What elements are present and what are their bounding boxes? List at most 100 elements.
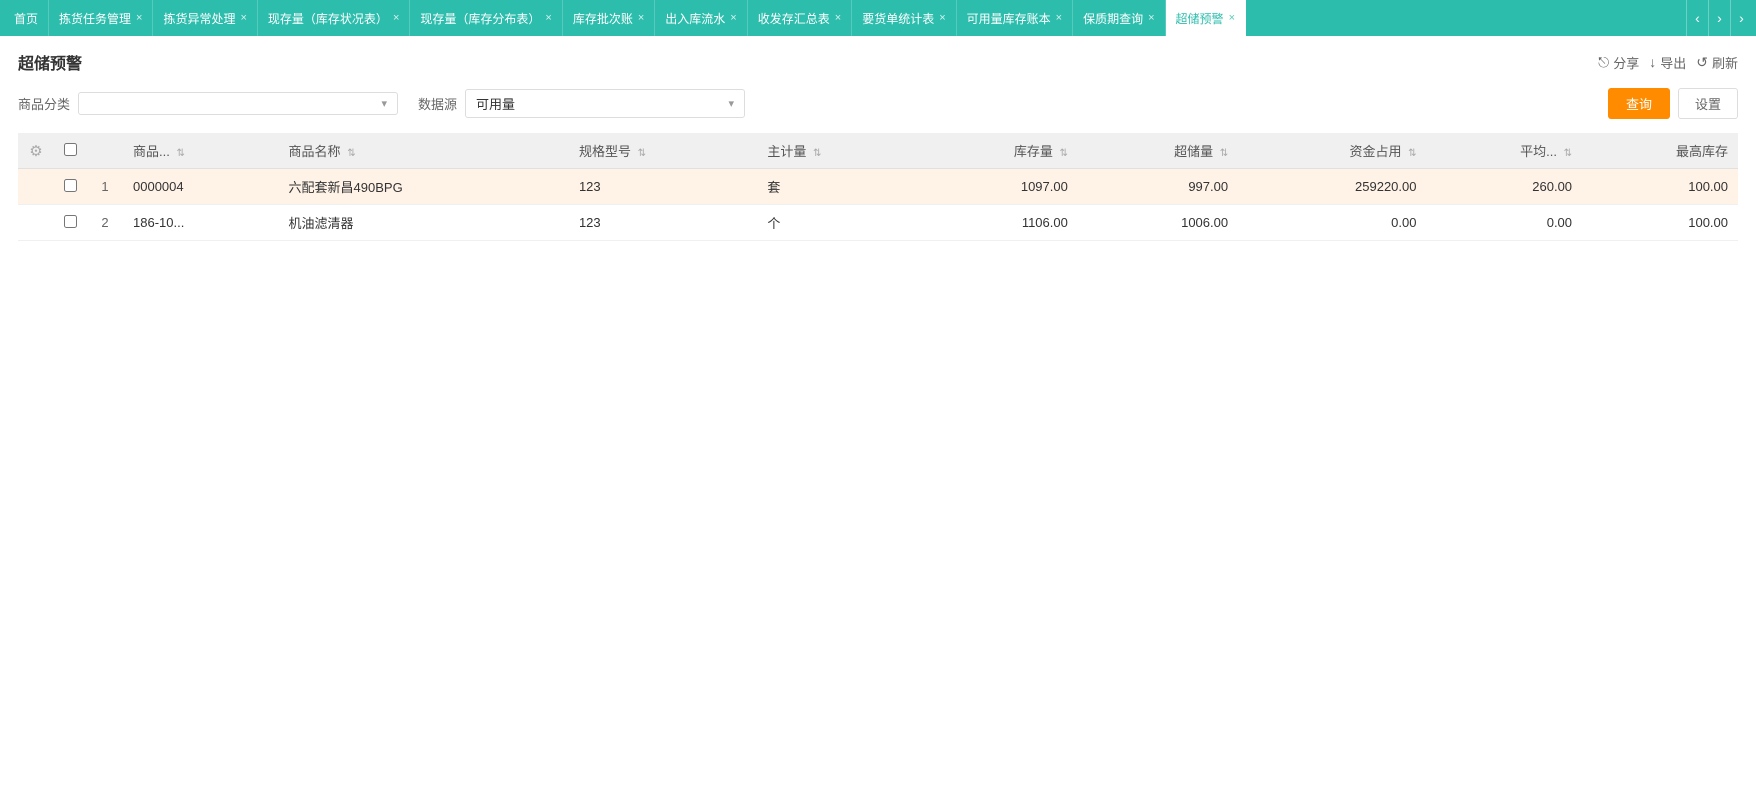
nav-tab-stock-dist[interactable]: 现存量（库存分布表） ×	[410, 0, 562, 36]
gear-icon[interactable]: ⚙	[29, 143, 42, 160]
main-content: 超储预警 ⎋ 分享 ↓ 导出 ↺ 刷新 商品分类 ▾ 数据源	[0, 36, 1756, 800]
row-checkbox[interactable]	[64, 215, 77, 228]
row-stock: 1106.00	[918, 205, 1078, 241]
datasource-label: 数据源	[418, 94, 457, 113]
settings-button[interactable]: 设置	[1678, 88, 1738, 119]
row-capital: 0.00	[1238, 205, 1426, 241]
row-spec: 123	[569, 169, 757, 205]
nav-more-button[interactable]: ›	[1730, 0, 1752, 36]
select-all-checkbox[interactable]	[64, 143, 77, 156]
close-icon[interactable]: ×	[545, 12, 551, 24]
query-button[interactable]: 查询	[1608, 88, 1670, 119]
share-icon: ⎋	[1598, 54, 1609, 71]
sort-icon: ⇅	[1059, 148, 1067, 159]
close-icon[interactable]: ×	[730, 12, 736, 24]
nav-tab-task-mgmt[interactable]: 拣货任务管理 ×	[49, 0, 153, 36]
close-icon[interactable]: ×	[939, 12, 945, 24]
sort-icon: ⇅	[1408, 148, 1416, 159]
close-icon[interactable]: ×	[638, 12, 644, 24]
chevron-down-icon: ▾	[729, 97, 735, 110]
table-body: 1 0000004 六配套新昌490BPG 123 套 1097.00 997.…	[18, 169, 1738, 241]
table-container: ⚙ 商品... ⇅ 商品名称 ⇅ 规格型号	[18, 133, 1738, 241]
close-icon[interactable]: ×	[835, 12, 841, 24]
maxstock-column-header[interactable]: 最高库存	[1582, 133, 1738, 169]
capital-column-header[interactable]: 资金占用 ⇅	[1238, 133, 1426, 169]
sort-icon: ⇅	[1220, 148, 1228, 159]
nav-tab-overstock[interactable]: 超储预警 ×	[1166, 0, 1246, 36]
row-code: 0000004	[123, 169, 279, 205]
row-checkbox-cell[interactable]	[54, 169, 87, 205]
category-filter-group: 商品分类 ▾	[18, 92, 398, 115]
nav-tab-batch[interactable]: 库存批次账 ×	[563, 0, 655, 36]
close-icon[interactable]: ×	[1148, 12, 1154, 24]
spec-column-header[interactable]: 规格型号 ⇅	[569, 133, 757, 169]
nav-tab-home[interactable]: 首页	[4, 0, 49, 36]
row-code: 186-10...	[123, 205, 279, 241]
row-unit: 套	[757, 169, 917, 205]
close-icon[interactable]: ×	[1056, 12, 1062, 24]
close-icon[interactable]: ×	[240, 12, 246, 24]
export-icon: ↓	[1649, 54, 1656, 70]
export-button[interactable]: ↓ 导出	[1649, 53, 1686, 72]
sort-icon: ⇅	[638, 148, 646, 159]
row-stock: 1097.00	[918, 169, 1078, 205]
page-header: 超储预警 ⎋ 分享 ↓ 导出 ↺ 刷新	[18, 50, 1738, 74]
category-label: 商品分类	[18, 94, 70, 113]
nav-tab-recv-summary[interactable]: 收发存汇总表 ×	[748, 0, 852, 36]
sort-icon: ⇅	[176, 148, 184, 159]
row-overstock: 1006.00	[1078, 205, 1238, 241]
nav-tab-quality-date[interactable]: 保质期查询 ×	[1073, 0, 1165, 36]
sort-icon: ⇅	[813, 148, 821, 159]
row-gear-cell	[18, 169, 54, 205]
header-actions: ⎋ 分享 ↓ 导出 ↺ 刷新	[1598, 53, 1738, 72]
row-name: 机油滤清器	[279, 205, 569, 241]
overstock-table: ⚙ 商品... ⇅ 商品名称 ⇅ 规格型号	[18, 133, 1738, 241]
nav-tab-stock-status[interactable]: 现存量（库存状况表） ×	[258, 0, 410, 36]
nav-tab-avail-stock[interactable]: 可用量库存账本 ×	[957, 0, 1073, 36]
share-button[interactable]: ⎋ 分享	[1598, 53, 1639, 72]
nav-next-button[interactable]: ›	[1708, 0, 1730, 36]
datasource-select[interactable]: 可用量 ▾	[465, 89, 745, 118]
row-seq: 2	[87, 205, 123, 241]
refresh-button[interactable]: ↺ 刷新	[1696, 53, 1738, 72]
avg-column-header[interactable]: 平均... ⇅	[1426, 133, 1582, 169]
row-avg: 0.00	[1426, 205, 1582, 241]
nav-tab-abnormal[interactable]: 拣货异常处理 ×	[153, 0, 257, 36]
row-checkbox[interactable]	[64, 179, 77, 192]
stock-column-header[interactable]: 库存量 ⇅	[918, 133, 1078, 169]
sort-icon: ⇅	[347, 148, 355, 159]
datasource-select-value: 可用量	[476, 94, 515, 113]
datasource-filter-group: 数据源 可用量 ▾	[418, 89, 745, 118]
name-column-header[interactable]: 商品名称 ⇅	[279, 133, 569, 169]
refresh-icon: ↺	[1696, 54, 1708, 71]
close-icon[interactable]: ×	[1229, 12, 1235, 24]
top-navigation: 首页 拣货任务管理 × 拣货异常处理 × 现存量（库存状况表） × 现存量（库存…	[0, 0, 1756, 36]
row-spec: 123	[569, 205, 757, 241]
page-title: 超储预警	[18, 50, 82, 74]
row-capital: 259220.00	[1238, 169, 1426, 205]
close-icon[interactable]: ×	[136, 12, 142, 24]
nav-tab-inout-flow[interactable]: 出入库流水 ×	[655, 0, 747, 36]
row-maxstock: 100.00	[1582, 169, 1738, 205]
nav-arrows: ‹ › ›	[1686, 0, 1752, 36]
chevron-down-icon: ▾	[381, 97, 387, 110]
seq-column-header	[87, 133, 123, 169]
row-avg: 260.00	[1426, 169, 1582, 205]
filter-row: 商品分类 ▾ 数据源 可用量 ▾ 查询 设置	[18, 88, 1738, 119]
row-name: 六配套新昌490BPG	[279, 169, 569, 205]
nav-tab-order-stats[interactable]: 要货单统计表 ×	[852, 0, 956, 36]
table-header-row: ⚙ 商品... ⇅ 商品名称 ⇅ 规格型号	[18, 133, 1738, 169]
row-seq: 1	[87, 169, 123, 205]
close-icon[interactable]: ×	[393, 12, 399, 24]
nav-prev-button[interactable]: ‹	[1686, 0, 1708, 36]
code-column-header[interactable]: 商品... ⇅	[123, 133, 279, 169]
category-select[interactable]: ▾	[78, 92, 398, 115]
checkbox-column-header[interactable]	[54, 133, 87, 169]
gear-column-header[interactable]: ⚙	[18, 133, 54, 169]
row-gear-cell	[18, 205, 54, 241]
unit-column-header[interactable]: 主计量 ⇅	[757, 133, 917, 169]
row-checkbox-cell[interactable]	[54, 205, 87, 241]
overstock-column-header[interactable]: 超储量 ⇅	[1078, 133, 1238, 169]
table-row: 1 0000004 六配套新昌490BPG 123 套 1097.00 997.…	[18, 169, 1738, 205]
row-unit: 个	[757, 205, 917, 241]
